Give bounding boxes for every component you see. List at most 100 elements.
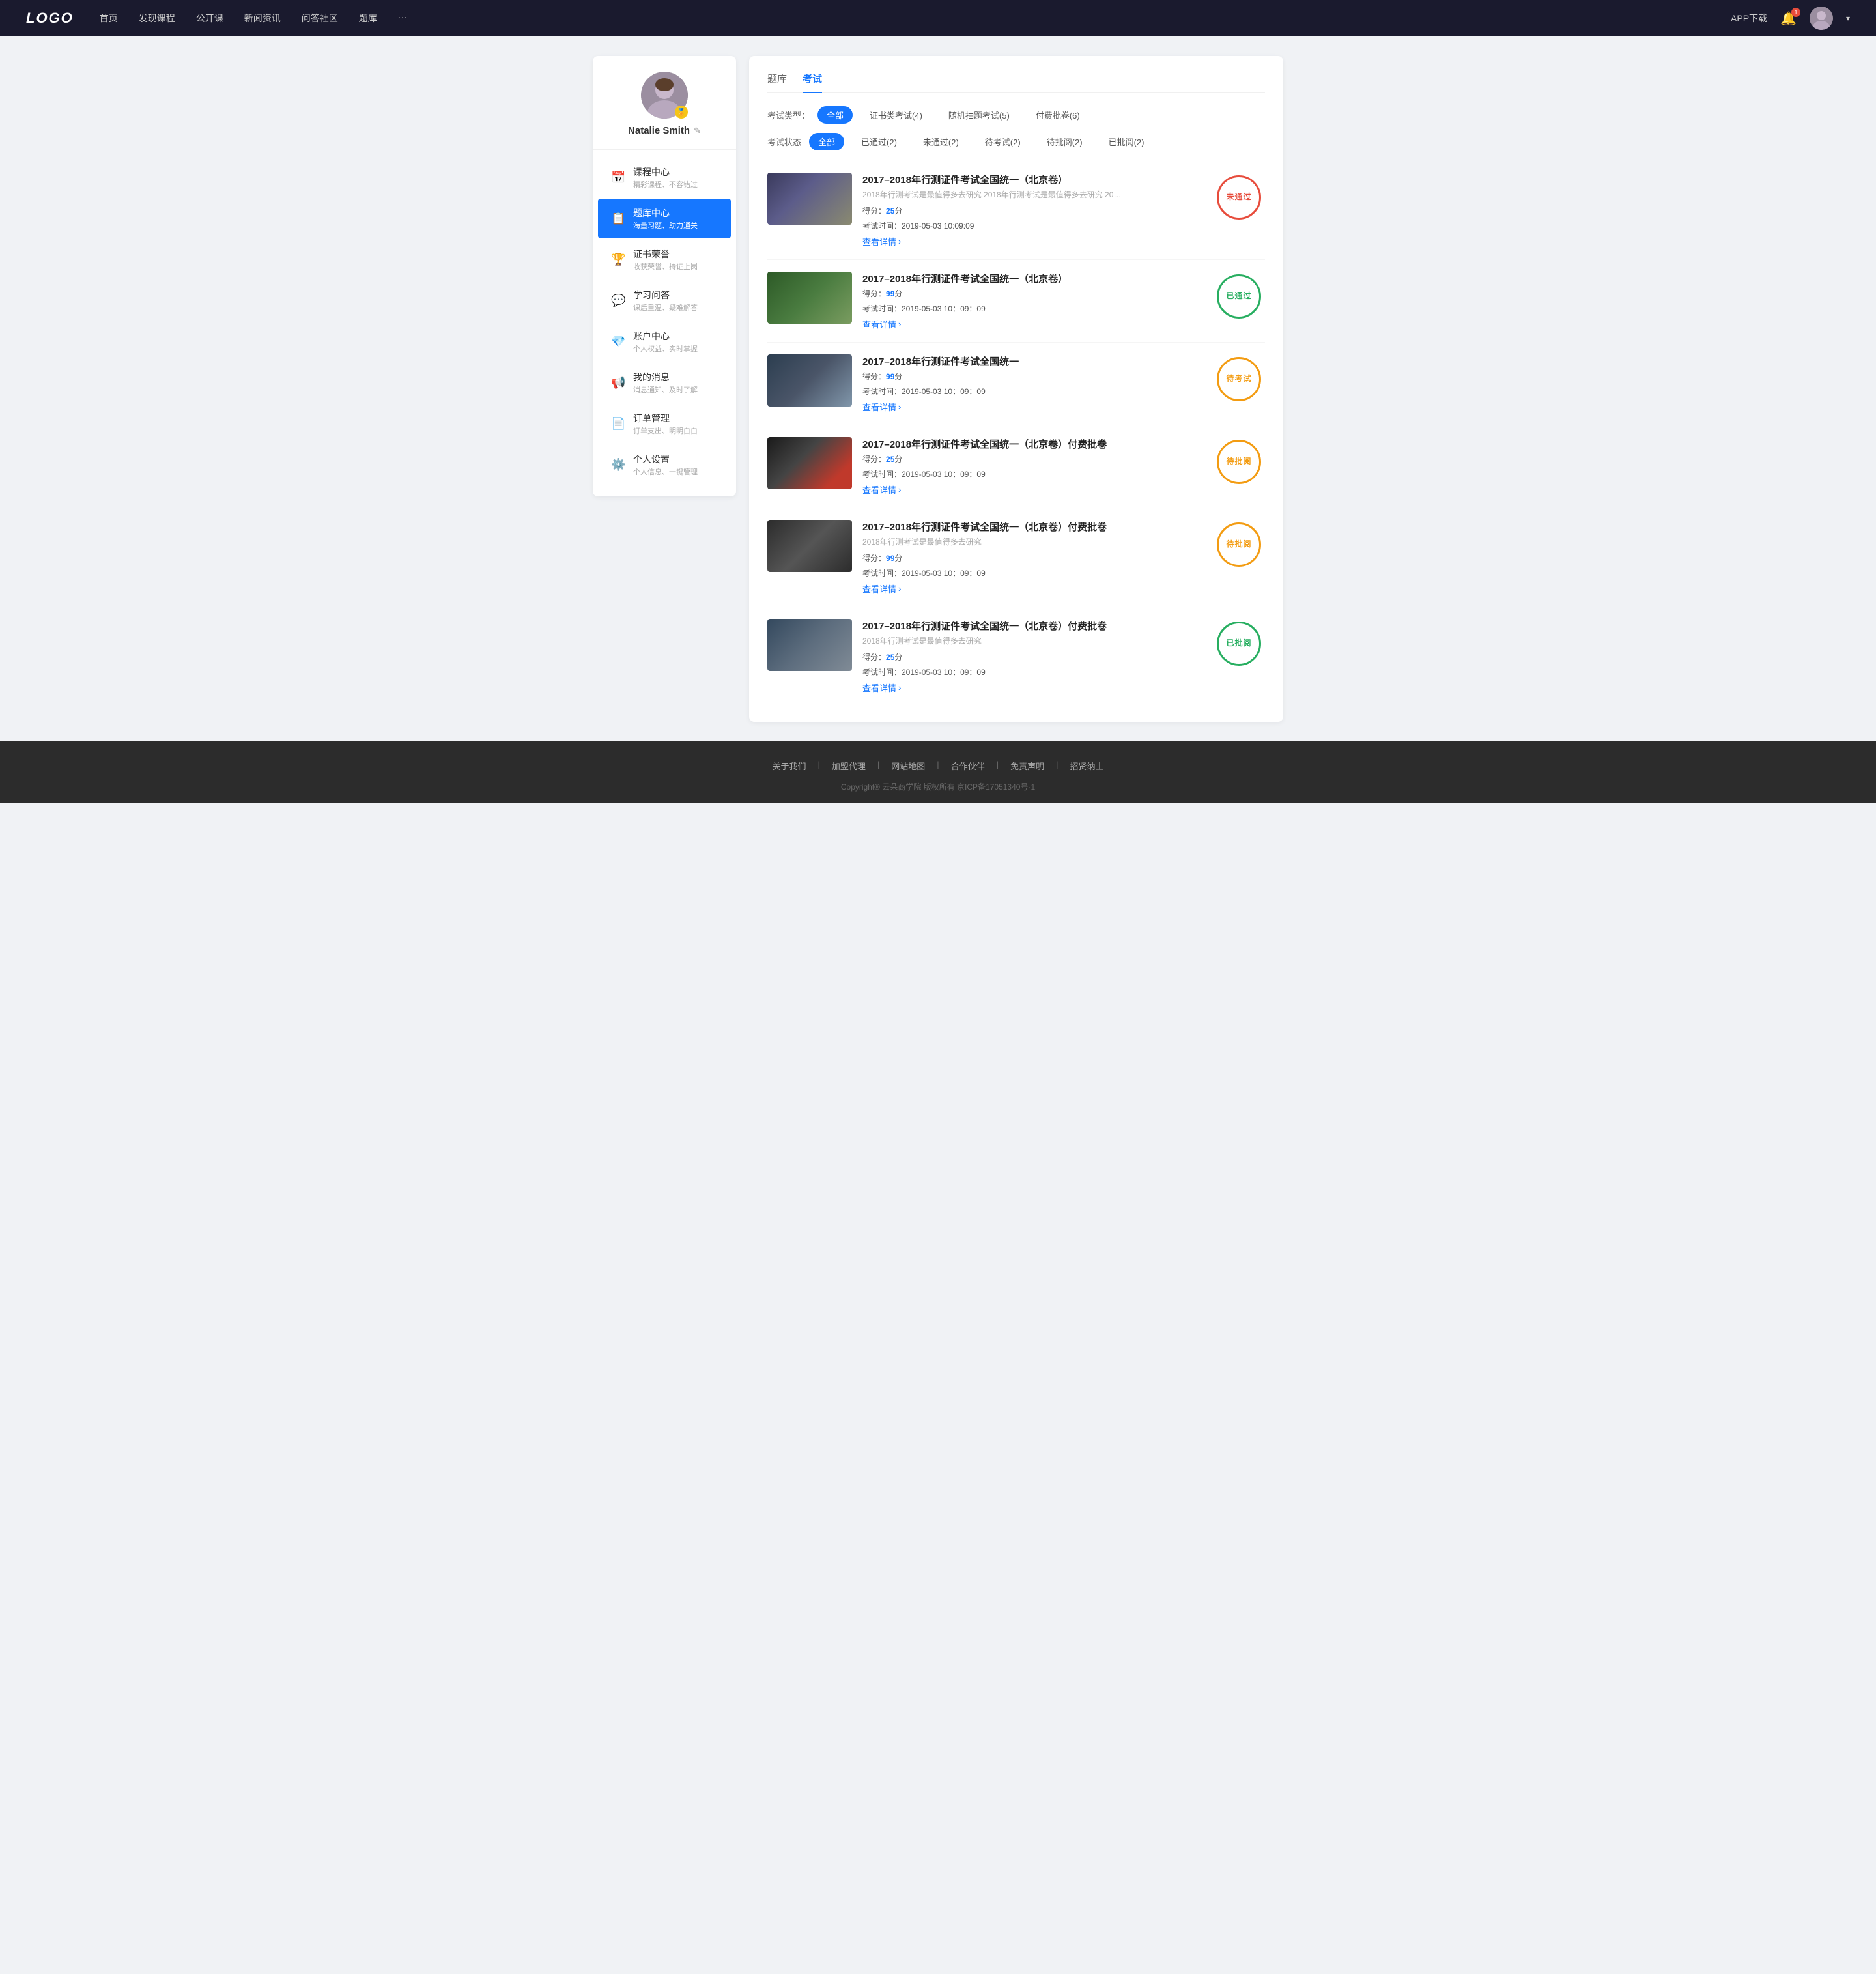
menu-title-messages: 我的消息 (633, 371, 698, 384)
exam-thumb-0 (767, 173, 852, 225)
exam-info-2: 2017–2018年行测证件考试全国统一 得分：99分 考试时间：2019-05… (862, 354, 1202, 413)
chevron-right-icon-0: › (898, 236, 901, 246)
type-tag-cert[interactable]: 证书类考试(4) (860, 106, 931, 124)
status-stamp-3: 待批阅 (1217, 440, 1261, 484)
exam-item-1: 2017–2018年行测证件考试全国统一（北京卷） 得分：99分 考试时间：20… (767, 260, 1265, 343)
exam-title-4: 2017–2018年行测证件考试全国统一（北京卷）付费批卷 (862, 520, 1202, 534)
exam-title-1: 2017–2018年行测证件考试全国统一（北京卷） (862, 272, 1202, 285)
menu-sub-settings: 个人信息、一键管理 (633, 466, 698, 477)
exam-info-1: 2017–2018年行测证件考试全国统一（北京卷） 得分：99分 考试时间：20… (862, 272, 1202, 330)
status-tag-all[interactable]: 全部 (809, 133, 844, 150)
exam-item-4: 2017–2018年行测证件考试全国统一（北京卷）付费批卷 2018年行测考试是… (767, 508, 1265, 607)
exam-time-3: 考试时间：2019-05-03 10：09：09 (862, 468, 1202, 479)
logo[interactable]: LOGO (26, 10, 74, 27)
menu-sub-bank: 海量习题、助力通关 (633, 220, 698, 231)
chat-icon: 💬 (611, 294, 625, 308)
gear-icon: ⚙️ (611, 458, 625, 472)
footer-link-4[interactable]: 免责声明 (999, 760, 1056, 772)
avatar-wrap: 🏅 (641, 72, 688, 119)
type-tag-paid[interactable]: 付费批卷(6) (1027, 106, 1089, 124)
exam-link-4[interactable]: 查看详情 › (862, 582, 1202, 595)
status-tag-passed[interactable]: 已通过(2) (852, 133, 906, 150)
exam-title-2: 2017–2018年行测证件考试全国统一 (862, 354, 1202, 368)
sidebar-item-certs[interactable]: 🏆 证书荣誉 收获荣誉、持证上岗 (598, 240, 731, 279)
exam-meta-5: 得分：25分 (862, 651, 1202, 663)
nav-links: 首页 发现课程 公开课 新闻资讯 问答社区 题库 ··· (100, 12, 1731, 25)
nav-right: APP下载 🔔 1 ▾ (1731, 7, 1850, 30)
exam-link-0[interactable]: 查看详情 › (862, 235, 1202, 248)
nav-courses[interactable]: 发现课程 (139, 12, 175, 25)
chevron-right-icon-3: › (898, 485, 901, 494)
menu-title-certs: 证书荣誉 (633, 248, 698, 261)
chevron-right-icon-2: › (898, 402, 901, 412)
footer-link-3[interactable]: 合作伙伴 (939, 760, 997, 772)
sidebar-item-bank[interactable]: 📋 题库中心 海量习题、助力通关 (598, 199, 731, 238)
nav-bank[interactable]: 题库 (359, 12, 377, 25)
sidebar: 🏅 Natalie Smith ✎ 📅 课程中心 精彩课程、不容错过 📋 题库中… (593, 56, 736, 496)
nav-qa[interactable]: 问答社区 (302, 12, 338, 25)
exam-info-0: 2017–2018年行测证件考试全国统一（北京卷） 2018年行测考试是最值得多… (862, 173, 1202, 248)
nav-avatar[interactable] (1810, 7, 1833, 30)
status-filter-label: 考试状态 (767, 136, 801, 148)
exam-time-2: 考试时间：2019-05-03 10：09：09 (862, 386, 1202, 397)
nav-chevron-icon[interactable]: ▾ (1846, 14, 1850, 23)
nav-news[interactable]: 新闻资讯 (244, 12, 281, 25)
status-tag-pending[interactable]: 待考试(2) (976, 133, 1030, 150)
exam-desc-0: 2018年行测考试是最值得多去研究 2018年行测考试是最值得多去研究 2018… (862, 189, 1123, 200)
exam-thumb-4 (767, 520, 852, 572)
type-tag-random[interactable]: 随机抽题考试(5) (939, 106, 1019, 124)
footer-link-1[interactable]: 加盟代理 (820, 760, 877, 772)
exam-thumb-2 (767, 354, 852, 407)
main-layout: 🏅 Natalie Smith ✎ 📅 课程中心 精彩课程、不容错过 📋 题库中… (580, 36, 1296, 741)
exam-link-3[interactable]: 查看详情 › (862, 483, 1202, 496)
user-badge: 🏅 (675, 106, 688, 119)
sidebar-item-orders[interactable]: 📄 订单管理 订单支出、明明白白 (598, 404, 731, 444)
sidebar-item-courses[interactable]: 📅 课程中心 精彩课程、不容错过 (598, 158, 731, 197)
type-tag-all[interactable]: 全部 (817, 106, 853, 124)
nav-open[interactable]: 公开课 (196, 12, 223, 25)
exam-meta-3: 得分：25分 (862, 453, 1202, 465)
status-tag-failed[interactable]: 未通过(2) (914, 133, 968, 150)
exam-meta-1: 得分：99分 (862, 288, 1202, 299)
stamp-area-0: 未通过 (1213, 173, 1265, 220)
navbar: LOGO 首页 发现课程 公开课 新闻资讯 问答社区 题库 ··· APP下载 … (0, 0, 1876, 36)
edit-profile-icon[interactable]: ✎ (694, 126, 701, 136)
sidebar-item-settings[interactable]: ⚙️ 个人设置 个人信息、一键管理 (598, 445, 731, 485)
exam-link-2[interactable]: 查看详情 › (862, 401, 1202, 413)
nav-home[interactable]: 首页 (100, 12, 118, 25)
stamp-area-3: 待批阅 (1213, 437, 1265, 484)
footer-link-5[interactable]: 招贤纳士 (1059, 760, 1116, 772)
nav-more[interactable]: ··· (398, 12, 407, 25)
tab-question-bank[interactable]: 题库 (767, 72, 787, 92)
trophy-icon: 🏆 (611, 253, 625, 266)
footer-link-0[interactable]: 关于我们 (760, 760, 817, 772)
exam-info-5: 2017–2018年行测证件考试全国统一（北京卷）付费批卷 2018年行测考试是… (862, 619, 1202, 694)
footer-link-2[interactable]: 网站地图 (879, 760, 937, 772)
diamond-icon: 💎 (611, 335, 625, 349)
username-row: Natalie Smith ✎ (628, 125, 701, 136)
sidebar-menu: 📅 课程中心 精彩课程、不容错过 📋 题库中心 海量习题、助力通关 🏆 证书荣誉… (593, 158, 736, 485)
menu-title-bank: 题库中心 (633, 207, 698, 220)
menu-title-qa: 学习问答 (633, 289, 698, 302)
exam-info-3: 2017–2018年行测证件考试全国统一（北京卷）付费批卷 得分：25分 考试时… (862, 437, 1202, 496)
app-download-link[interactable]: APP下载 (1731, 12, 1767, 25)
list-icon: 📋 (611, 212, 625, 225)
exam-list: 2017–2018年行测证件考试全国统一（北京卷） 2018年行测考试是最值得多… (767, 161, 1265, 706)
footer-copyright: Copyright® 云朵商学院 版权所有 京ICP备17051340号-1 (0, 781, 1876, 792)
exam-meta-4: 得分：99分 (862, 552, 1202, 564)
score-0: 得分：25分 (862, 205, 902, 216)
status-stamp-0: 未通过 (1217, 175, 1261, 220)
exam-link-1[interactable]: 查看详情 › (862, 318, 1202, 330)
status-tag-reviewed[interactable]: 已批阅(2) (1100, 133, 1154, 150)
sidebar-item-qa[interactable]: 💬 学习问答 课后重温、疑难解答 (598, 281, 731, 321)
exam-thumb-1 (767, 272, 852, 324)
exam-link-5[interactable]: 查看详情 › (862, 681, 1202, 694)
tab-exam[interactable]: 考试 (803, 72, 822, 92)
sidebar-item-messages[interactable]: 📢 我的消息 消息通知、及时了解 (598, 363, 731, 403)
status-tag-pending-review[interactable]: 待批阅(2) (1038, 133, 1092, 150)
footer: 关于我们|加盟代理|网站地图|合作伙伴|免责声明|招贤纳士 Copyright®… (0, 741, 1876, 803)
status-stamp-4: 待批阅 (1217, 522, 1261, 567)
notification-bell[interactable]: 🔔 1 (1780, 10, 1797, 27)
chevron-right-icon-5: › (898, 683, 901, 693)
sidebar-item-account[interactable]: 💎 账户中心 个人权益、实时掌握 (598, 322, 731, 362)
